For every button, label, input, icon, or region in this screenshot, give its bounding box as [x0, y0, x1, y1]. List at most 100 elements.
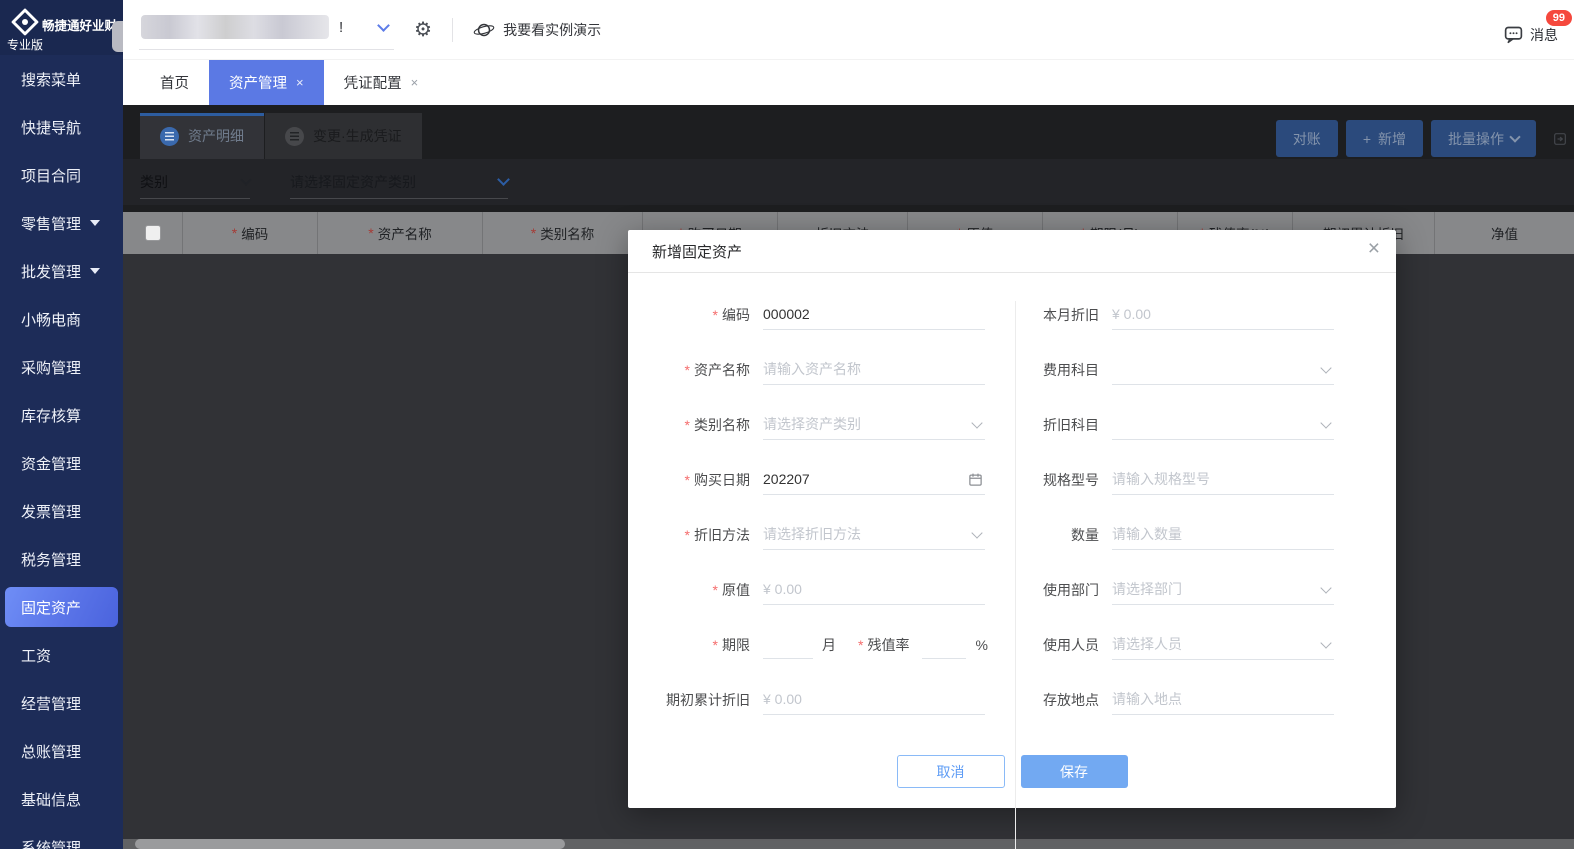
residual-rate-label: 残值率	[858, 635, 909, 655]
close-tab-icon[interactable]: ×	[411, 75, 419, 90]
export-icon	[1554, 132, 1566, 145]
depreciation-method-select[interactable]	[763, 526, 985, 542]
col-header-category: * 类别名称	[483, 212, 643, 254]
quantity-input[interactable]	[1112, 526, 1334, 542]
horizontal-scrollbar	[123, 839, 1574, 849]
select-all-checkbox[interactable]	[144, 225, 161, 241]
field-code: 编码	[650, 287, 1011, 342]
add-button[interactable]: + 新增	[1345, 120, 1423, 157]
subtab-change-voucher[interactable]: 变更·生成凭证	[265, 113, 422, 159]
brand-name: 畅捷通好业财	[42, 19, 118, 33]
main-area: ! ⚙ 我要看实例演示 消息 99 首页 资产管理 × 凭证配置 × 资产明细 …	[123, 0, 1574, 849]
dialog-body: 编码 资产名称 类别名称 购买日期	[628, 273, 1396, 849]
sidebar-item-system[interactable]: 系统管理	[0, 823, 123, 849]
batch-actions-button[interactable]: 批量操作	[1431, 120, 1536, 157]
field-depreciation-account: 折旧科目	[1011, 397, 1372, 452]
residual-unit: %	[975, 636, 988, 653]
brand-logo-icon	[11, 8, 39, 36]
brand-logo-block: 畅捷通好业财 专业版	[0, 0, 123, 55]
plus-icon: +	[1362, 130, 1371, 147]
storage-location-input[interactable]	[1112, 691, 1334, 707]
close-tab-icon[interactable]: ×	[296, 75, 304, 90]
filter-field-select[interactable]: 类别	[140, 165, 252, 199]
sidebar-item-payroll[interactable]: 工资	[0, 631, 123, 679]
field-purchase-date: 购买日期	[650, 452, 1011, 507]
sidebar-item-retail[interactable]: 零售管理	[0, 199, 123, 247]
close-icon[interactable]: ×	[1368, 238, 1380, 259]
sidebar: 畅捷通好业财 专业版 搜索菜单 快捷导航 项目合同 零售管理 批发管理 小畅电商…	[0, 0, 123, 849]
select-all-cell	[123, 212, 183, 254]
dialog-footer: 取消 保存	[628, 755, 1396, 788]
field-initial-accum-depreciation: 期初累计折旧	[650, 672, 1011, 727]
tab-asset-management[interactable]: 资产管理 ×	[209, 60, 324, 105]
field-category-name: 类别名称	[650, 397, 1011, 452]
field-monthly-depreciation: 本月折旧	[1011, 287, 1372, 342]
gear-icon[interactable]: ⚙	[414, 20, 432, 40]
field-storage-location: 存放地点	[1011, 672, 1372, 727]
caret-down-icon	[90, 268, 101, 274]
save-button[interactable]: 保存	[1020, 755, 1128, 788]
redaction-artifact	[112, 21, 123, 52]
sidebar-item-project-contract[interactable]: 项目合同	[0, 151, 123, 199]
planet-icon	[473, 23, 495, 36]
using-department-select[interactable]	[1112, 581, 1334, 597]
expense-account-select[interactable]	[1112, 361, 1334, 377]
using-person-select[interactable]	[1112, 636, 1334, 652]
subtab-asset-detail[interactable]: 资产明细	[140, 113, 264, 159]
field-depreciation-method: 折旧方法	[650, 507, 1011, 562]
sidebar-item-funds[interactable]: 资金管理	[0, 439, 123, 487]
toolbar: 对账 + 新增 批量操作 导	[1275, 120, 1574, 157]
tab-voucher-config[interactable]: 凭证配置 ×	[324, 60, 439, 105]
initial-accum-depreciation-input[interactable]	[763, 691, 985, 707]
sidebar-item-base-info[interactable]: 基础信息	[0, 775, 123, 823]
app-window: 畅捷通好业财 专业版 搜索菜单 快捷导航 项目合同 零售管理 批发管理 小畅电商…	[0, 0, 1574, 849]
field-term-and-residual: 期限 月 残值率 %	[650, 617, 1011, 672]
chevron-down-icon	[497, 172, 510, 186]
chevron-down-icon	[240, 173, 252, 186]
monthly-depreciation-input[interactable]	[1112, 306, 1334, 322]
caret-down-icon	[90, 220, 101, 226]
sidebar-item-invoice[interactable]: 发票管理	[0, 487, 123, 535]
sidebar-item-fixed-assets[interactable]: 固定资产	[5, 587, 118, 627]
field-spec-model: 规格型号	[1011, 452, 1372, 507]
spec-model-input[interactable]	[1112, 471, 1334, 487]
dialog-header: 新增固定资产 ×	[628, 230, 1396, 273]
asset-category-filter[interactable]: 请选择固定资产类别	[290, 165, 510, 199]
original-value-input[interactable]	[763, 581, 985, 597]
purchase-date-input[interactable]	[763, 471, 985, 487]
sidebar-item-search-menu[interactable]: 搜索菜单	[0, 55, 123, 103]
asset-name-input[interactable]	[763, 361, 985, 377]
field-original-value: 原值	[650, 562, 1011, 617]
code-input[interactable]	[763, 306, 985, 322]
sidebar-item-inventory[interactable]: 库存核算	[0, 391, 123, 439]
company-selector[interactable]: !	[139, 9, 395, 50]
change-voucher-icon	[285, 126, 304, 146]
sidebar-item-ecommerce[interactable]: 小畅电商	[0, 295, 123, 343]
sidebar-item-tax[interactable]: 税务管理	[0, 535, 123, 583]
demo-link[interactable]: 我要看实例演示	[473, 19, 601, 41]
depreciation-account-select[interactable]	[1112, 416, 1334, 432]
tab-home[interactable]: 首页	[140, 60, 209, 105]
term-unit: 月	[822, 636, 836, 653]
sidebar-item-operations[interactable]: 经营管理	[0, 679, 123, 727]
sidebar-item-general-ledger[interactable]: 总账管理	[0, 727, 123, 775]
category-select[interactable]	[763, 416, 985, 432]
cancel-button[interactable]: 取消	[896, 755, 1005, 788]
sidebar-item-purchase[interactable]: 采购管理	[0, 343, 123, 391]
horizontal-scrollbar-thumb[interactable]	[135, 839, 565, 849]
sidebar-item-wholesale[interactable]: 批发管理	[0, 247, 123, 295]
calendar-icon[interactable]	[968, 472, 983, 487]
messages-button[interactable]: 消息 99	[1503, 8, 1574, 45]
reconcile-button[interactable]: 对账	[1275, 120, 1338, 157]
chevron-down-icon	[1509, 130, 1521, 143]
dialog-title: 新增固定资产	[652, 243, 743, 261]
sidebar-nav: 搜索菜单 快捷导航 项目合同 零售管理 批发管理 小畅电商 采购管理 库存核算 …	[0, 55, 123, 849]
sidebar-item-quick-nav[interactable]: 快捷导航	[0, 103, 123, 151]
brand-edition: 专业版	[7, 38, 44, 52]
col-header-code: * 编码	[183, 212, 318, 254]
export-button-partial[interactable]: 导	[1552, 129, 1574, 149]
field-using-department: 使用部门	[1011, 562, 1372, 617]
term-months-input[interactable]	[763, 630, 813, 647]
residual-rate-input[interactable]	[922, 630, 967, 647]
company-name-redacted	[141, 15, 329, 39]
